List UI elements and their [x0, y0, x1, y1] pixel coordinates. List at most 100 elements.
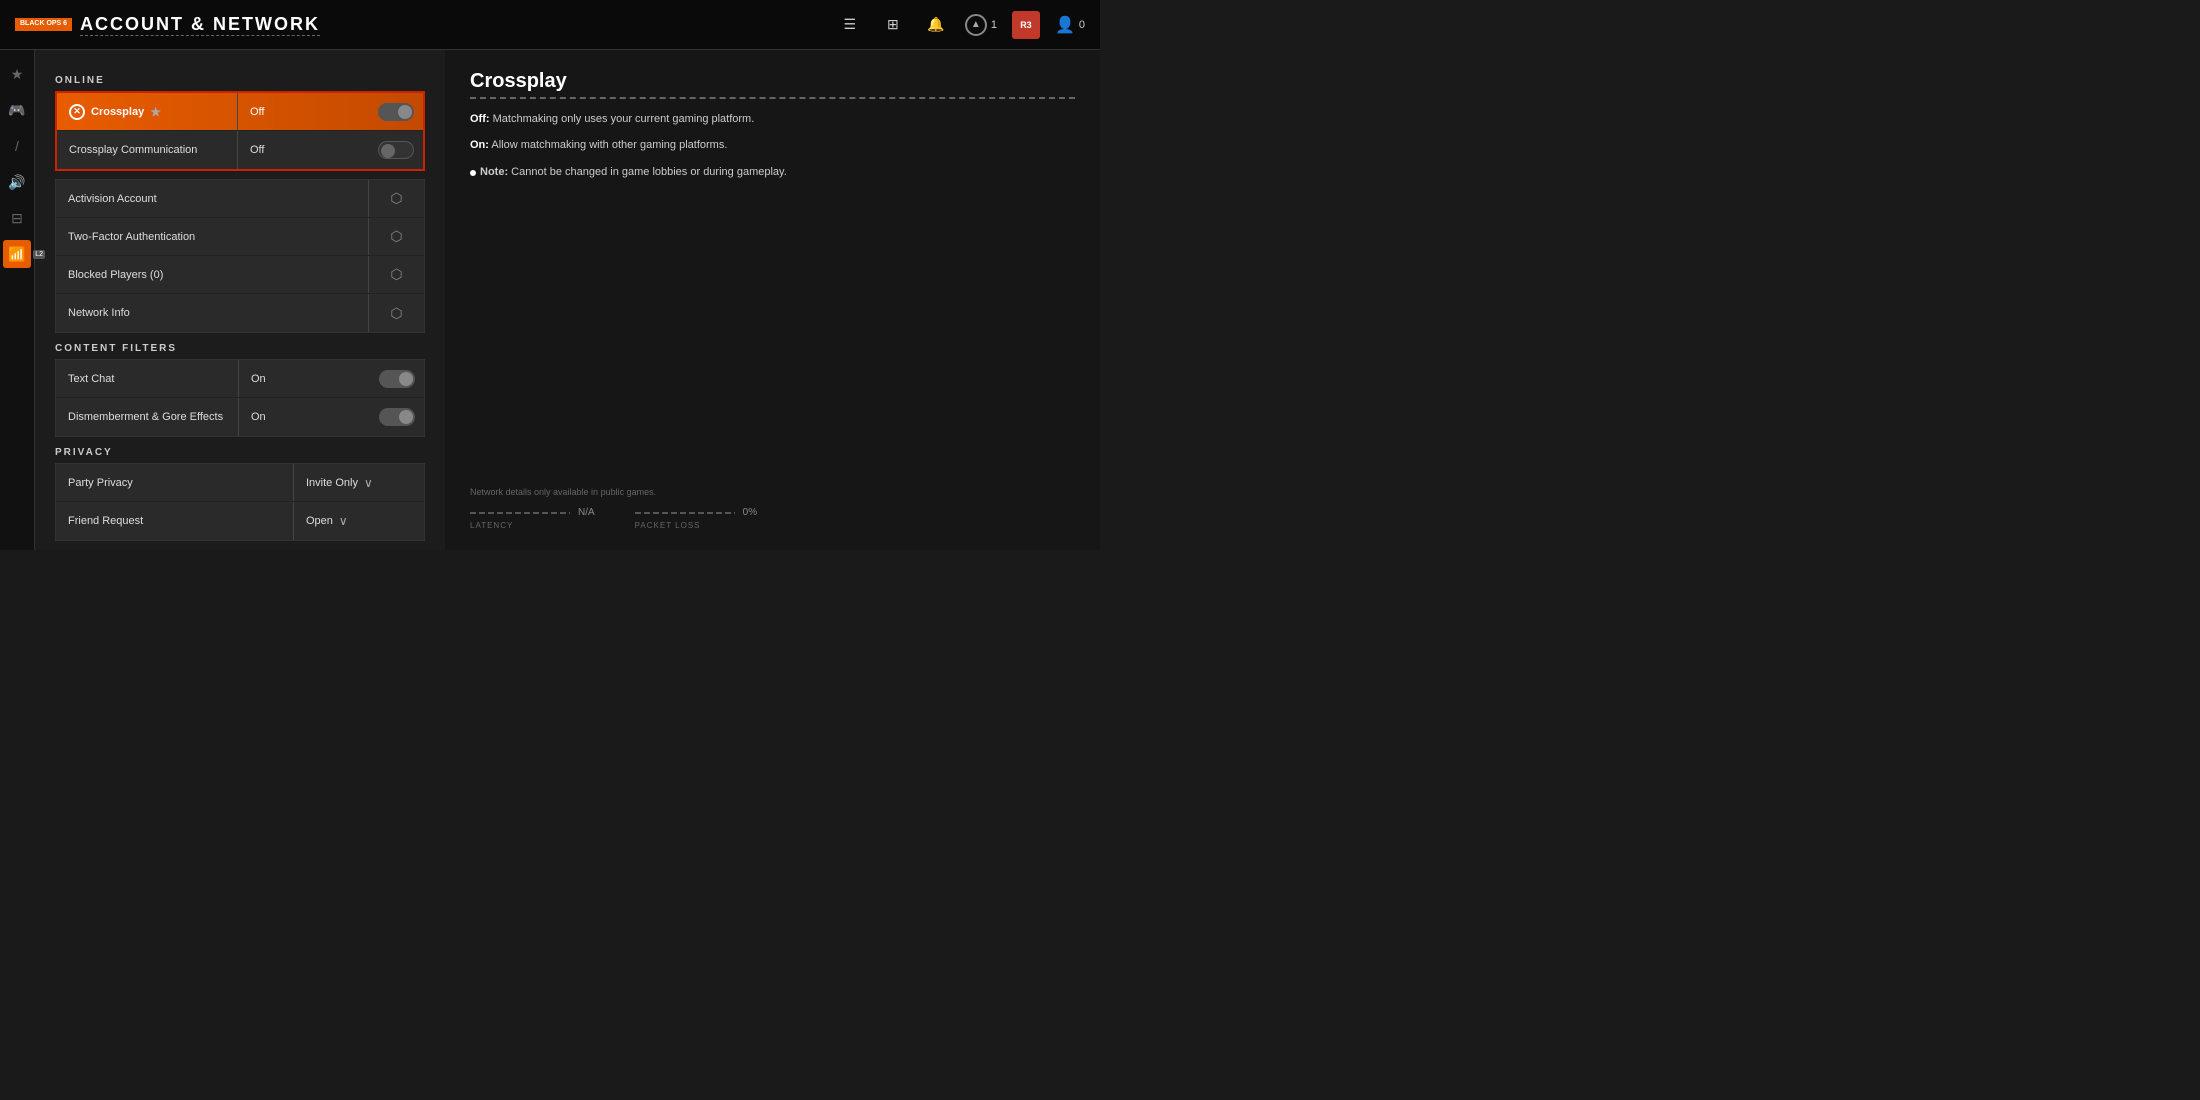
- party-privacy-name: Party Privacy: [56, 477, 293, 489]
- privacy-group: Party Privacy Invite Only ∨ Friend Reque…: [55, 463, 425, 541]
- friend-request-name: Friend Request: [56, 515, 293, 527]
- blocked-players-action: ⬡: [369, 266, 424, 283]
- sidebar: ★ 🎮 / 🔊 ⊟ 📶: [0, 50, 35, 550]
- logo: BLACK OPS 6 ACCOUNT & NETWORK: [15, 14, 320, 36]
- header: BLACK OPS 6 ACCOUNT & NETWORK ☰ ⊞ 🔔 ▲ 1 …: [0, 0, 1100, 50]
- dismemberment-value: On: [239, 411, 369, 423]
- friend-request-row[interactable]: Friend Request Open ∨: [56, 502, 424, 540]
- party-privacy-row[interactable]: Party Privacy Invite Only ∨: [56, 464, 424, 502]
- latency-stat: N/A LATENCY: [470, 507, 595, 530]
- network-info-action: ⬡: [369, 305, 424, 322]
- external-link-icon-2fa: ⬡: [390, 228, 402, 245]
- external-link-icon-blocked: ⬡: [390, 266, 402, 283]
- crossplay-communication-row[interactable]: Crossplay Communication Off: [57, 131, 423, 169]
- two-factor-auth-name: Two-Factor Authentication: [56, 231, 368, 243]
- friends-icon: 👤: [1055, 15, 1075, 35]
- blocked-players-name: Blocked Players (0): [56, 269, 368, 281]
- content-filters-group: Text Chat On Dismemberment & Gore Effect: [55, 359, 425, 437]
- settings-panel: ONLINE ✕ Crossplay ★ Off: [35, 50, 445, 550]
- network-stats: N/A LATENCY 0% PACKET LOSS: [470, 507, 1075, 530]
- external-link-icon-network: ⬡: [390, 305, 402, 322]
- network-info-row[interactable]: Network Info ⬡: [56, 294, 424, 332]
- crossplay-communication-toggle-container: [368, 141, 423, 159]
- activision-account-row[interactable]: Activision Account ⬡: [56, 180, 424, 218]
- sidebar-item-interface[interactable]: ⊟: [3, 204, 31, 232]
- packet-loss-stat: 0% PACKET LOSS: [635, 507, 757, 530]
- content-area: ONLINE ✕ Crossplay ★ Off: [35, 50, 1100, 550]
- dismemberment-toggle-thumb: [399, 410, 413, 424]
- grid-view-icon[interactable]: ⊞: [879, 11, 907, 39]
- dismemberment-toggle[interactable]: [379, 408, 415, 426]
- text-chat-toggle-container: [369, 370, 424, 388]
- friends-count: 0: [1079, 19, 1085, 31]
- crossplay-communication-value: Off: [238, 144, 368, 156]
- sidebar-item-network[interactable]: 📶: [3, 240, 31, 268]
- main-layout: ★ 🎮 / 🔊 ⊟ 📶 ONLINE ✕ Crossplay ★: [0, 50, 1100, 550]
- info-on-label: On:: [470, 139, 489, 151]
- friend-request-value: Open ∨: [294, 514, 424, 528]
- network-info-name: Network Info: [56, 307, 368, 319]
- crossplay-row[interactable]: ✕ Crossplay ★ Off: [57, 93, 423, 131]
- crossplay-toggle[interactable]: [378, 103, 414, 121]
- party-privacy-value: Invite Only ∨: [294, 476, 424, 490]
- bell-count: 1: [991, 19, 997, 31]
- blocked-players-row[interactable]: Blocked Players (0) ⬡: [56, 256, 424, 294]
- latency-label: LATENCY: [470, 521, 595, 530]
- page-title: ACCOUNT & NETWORK: [80, 14, 320, 36]
- header-icons: ☰ ⊞ 🔔 ▲ 1 R3 👤 0: [836, 11, 1085, 39]
- two-factor-auth-action: ⬡: [369, 228, 424, 245]
- sidebar-item-video[interactable]: /: [3, 132, 31, 160]
- dismemberment-row[interactable]: Dismemberment & Gore Effects On: [56, 398, 424, 436]
- game-logo: BLACK OPS 6: [15, 18, 72, 30]
- info-title: Crossplay: [470, 70, 1075, 99]
- info-on-description: On: Allow matchmaking with other gaming …: [470, 137, 1075, 155]
- packet-loss-value: 0%: [743, 507, 757, 518]
- online-section-label: ONLINE: [55, 75, 425, 86]
- sidebar-item-controller[interactable]: 🎮: [3, 96, 31, 124]
- text-chat-toggle[interactable]: [379, 370, 415, 388]
- info-off-text: Matchmaking only uses your current gamin…: [493, 113, 755, 125]
- profile-badge-icon: ▲: [965, 14, 987, 36]
- crossplay-value: Off: [238, 106, 368, 118]
- dismemberment-name: Dismemberment & Gore Effects: [56, 411, 238, 423]
- crossplay-star-icon: ★: [150, 105, 161, 119]
- r3-button[interactable]: R3: [1012, 11, 1040, 39]
- text-chat-name: Text Chat: [56, 373, 238, 385]
- info-on-text: Allow matchmaking with other gaming plat…: [491, 139, 727, 151]
- sidebar-item-favorites[interactable]: ★: [3, 60, 31, 88]
- x-circle-icon: ✕: [69, 104, 85, 120]
- account-group: Activision Account ⬡ Two-Factor Authenti…: [55, 179, 425, 333]
- latency-bar-container: N/A: [470, 507, 595, 518]
- crossplay-toggle-thumb: [398, 105, 412, 119]
- text-chat-toggle-thumb: [399, 372, 413, 386]
- friend-request-chevron-down-icon: ∨: [339, 514, 348, 528]
- notifications-icon[interactable]: 🔔: [922, 11, 950, 39]
- info-note: Note: Cannot be changed in game lobbies …: [470, 166, 1075, 178]
- spacer: [470, 178, 1075, 487]
- packet-loss-bar-container: 0%: [635, 507, 757, 518]
- list-view-icon[interactable]: ☰: [836, 11, 864, 39]
- content-filters-label: CONTENT FILTERS: [55, 343, 425, 354]
- party-privacy-dropdown[interactable]: Invite Only ∨: [306, 476, 373, 490]
- party-privacy-chevron-down-icon: ∨: [364, 476, 373, 490]
- crossplay-communication-name: Crossplay Communication: [57, 144, 237, 156]
- friend-request-dropdown[interactable]: Open ∨: [306, 514, 348, 528]
- external-link-icon: ⬡: [390, 190, 402, 207]
- two-factor-auth-row[interactable]: Two-Factor Authentication ⬡: [56, 218, 424, 256]
- friends-area: 👤 0: [1055, 15, 1085, 35]
- crossplay-toggle-container: [368, 103, 423, 121]
- note-label: Note:: [480, 166, 508, 178]
- text-chat-value: On: [239, 373, 369, 385]
- latency-bar: [470, 512, 570, 514]
- network-note: Network details only available in public…: [470, 487, 1075, 497]
- crossplay-communication-toggle[interactable]: [378, 141, 414, 159]
- info-off-label: Off:: [470, 113, 490, 125]
- privacy-section-label: PRIVACY: [55, 447, 425, 458]
- text-chat-row[interactable]: Text Chat On: [56, 360, 424, 398]
- packet-loss-label: PACKET LOSS: [635, 521, 757, 530]
- latency-value: N/A: [578, 507, 595, 518]
- note-bullet: [470, 170, 476, 176]
- info-off-description: Off: Matchmaking only uses your current …: [470, 111, 1075, 129]
- sidebar-item-audio[interactable]: 🔊: [3, 168, 31, 196]
- crossplay-communication-toggle-thumb: [381, 144, 395, 158]
